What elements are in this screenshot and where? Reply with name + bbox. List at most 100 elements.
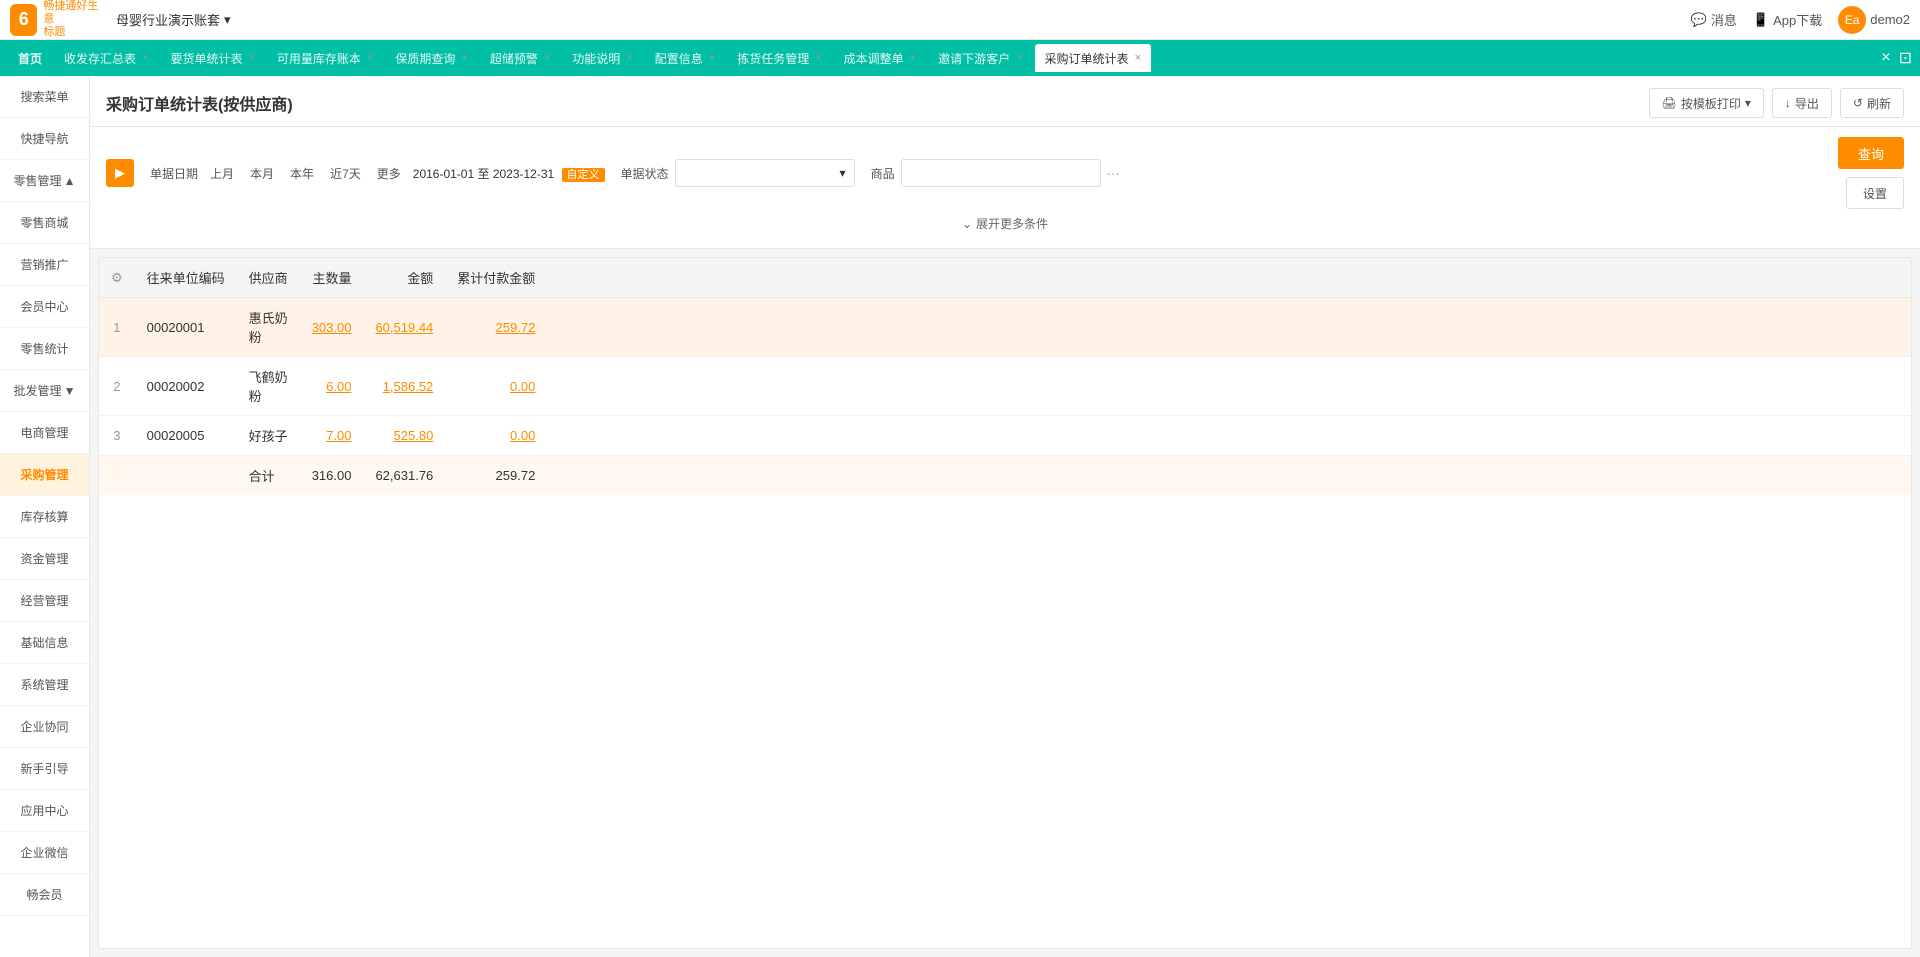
sidebar-item-system-mgmt[interactable]: 系统管理 [0, 664, 89, 706]
status-select[interactable]: ▾ [675, 159, 855, 187]
logo-icon: 6 [10, 4, 37, 36]
chevron-down-icon: ▼ [64, 384, 76, 398]
shortcut-this-year[interactable]: 本年 [284, 163, 320, 184]
cell-supplier: 飞鹤奶粉 [237, 357, 300, 416]
sidebar-item-purchase-mgmt[interactable]: 采购管理 [0, 454, 89, 496]
tab-close-icon[interactable]: × [910, 52, 916, 64]
tab-close-icon[interactable]: × [367, 52, 373, 64]
cell-quantity[interactable]: 6.00 [300, 357, 364, 416]
table-footer: 合计 316.00 62,631.76 259.72 [99, 456, 1911, 496]
cell-amount[interactable]: 1,586.52 [363, 357, 445, 416]
cell-quantity[interactable]: 303.00 [300, 298, 364, 357]
tab-收发存汇总表[interactable]: 收发存汇总表 × [54, 44, 158, 72]
refresh-button[interactable]: ↺ 刷新 [1840, 88, 1904, 118]
sidebar-item-member-vip[interactable]: 畅会员 [0, 874, 89, 916]
col-code: 往来单位编码 [135, 258, 237, 298]
data-table: ⚙ 往来单位编码 供应商 主数量 金额 累计付款金额 1 00020001 惠氏… [99, 258, 1911, 495]
sidebar-item-newbie-guide[interactable]: 新手引导 [0, 748, 89, 790]
cell-paid[interactable]: 0.00 [445, 357, 547, 416]
tab-close-icon[interactable]: × [1016, 52, 1022, 64]
restore-icon[interactable]: ⊡ [1899, 48, 1912, 68]
tab-采购订单统计表[interactable]: 采购订单统计表 × [1035, 44, 1151, 72]
sidebar-item-basic-info[interactable]: 基础信息 [0, 622, 89, 664]
sidebar-item-retail-stats[interactable]: 零售统计 [0, 328, 89, 370]
tab-close-icon[interactable]: × [544, 52, 550, 64]
footer-extra [547, 456, 1911, 496]
tab-成本调整单[interactable]: 成本调整单 × [834, 44, 926, 72]
export-icon: ↓ [1785, 96, 1791, 110]
top-bar: 6 畅捷通好生意 标题 母婴行业演示账套 ▾ 💬 消息 📱 App下载 Ea d… [0, 0, 1920, 40]
tab-保质期查询[interactable]: 保质期查询 × [385, 44, 477, 72]
shortcut-more[interactable]: 更多 [371, 163, 407, 184]
tab-功能说明[interactable]: 功能说明 × [562, 44, 642, 72]
cell-paid[interactable]: 259.72 [445, 298, 547, 357]
close-all-icon[interactable]: × [1881, 49, 1890, 67]
sidebar-item-ecommerce-mgmt[interactable]: 电商管理 [0, 412, 89, 454]
tab-要货单统计表[interactable]: 要货单统计表 × [160, 44, 264, 72]
goods-more-icon[interactable]: ··· [1107, 166, 1120, 181]
tab-close-icon[interactable]: × [142, 52, 148, 64]
shortcut-last-month[interactable]: 上月 [204, 163, 240, 184]
settings-button[interactable]: 设置 [1846, 177, 1904, 209]
refresh-icon: ↺ [1853, 96, 1863, 110]
row-num: 2 [99, 357, 135, 416]
query-button[interactable]: 查询 [1838, 137, 1904, 169]
cell-quantity[interactable]: 7.00 [300, 416, 364, 456]
sidebar-item-operations-mgmt[interactable]: 经营管理 [0, 580, 89, 622]
footer-empty-1 [99, 456, 135, 496]
tab-close-icon[interactable]: × [626, 52, 632, 64]
sidebar-item-retail-mgmt[interactable]: 零售管理 ▲ [0, 160, 89, 202]
tab-home[interactable]: 首页 [8, 44, 52, 72]
tab-超储预警[interactable]: 超储预警 × [480, 44, 560, 72]
sidebar-item-wholesale-mgmt[interactable]: 批发管理 ▼ [0, 370, 89, 412]
sidebar-item-quick-nav[interactable]: 快捷导航 [0, 118, 89, 160]
tab-close-active-icon[interactable]: × [1135, 52, 1141, 64]
app-download-button[interactable]: 📱 App下载 [1753, 10, 1822, 29]
sidebar-item-app-center[interactable]: 应用中心 [0, 790, 89, 832]
message-button[interactable]: 💬 消息 [1691, 10, 1737, 29]
sidebar-item-finance-mgmt[interactable]: 资金管理 [0, 538, 89, 580]
sidebar-item-enterprise-collab[interactable]: 企业协同 [0, 706, 89, 748]
filter-toggle-button[interactable]: ▶ [106, 159, 134, 187]
page-header: 采购订单统计表(按供应商) 🖨 按模板打印 ▾ ↓ 导出 ↺ 刷新 [90, 76, 1920, 127]
nav-tabs: 首页 收发存汇总表 × 要货单统计表 × 可用量库存账本 × 保质期查询 × 超… [0, 40, 1920, 76]
cell-amount[interactable]: 525.80 [363, 416, 445, 456]
col-settings[interactable]: ⚙ [99, 258, 135, 298]
cell-extra [547, 298, 1911, 357]
table-header-row: ⚙ 往来单位编码 供应商 主数量 金额 累计付款金额 [99, 258, 1911, 298]
cell-code: 00020005 [135, 416, 237, 456]
goods-input[interactable] [901, 159, 1101, 187]
cell-code: 00020002 [135, 357, 237, 416]
print-button[interactable]: 🖨 按模板打印 ▾ [1649, 88, 1764, 118]
top-right: 💬 消息 📱 App下载 Ea demo2 [1691, 6, 1910, 34]
cell-amount[interactable]: 60,519.44 [363, 298, 445, 357]
tab-拣货任务管理[interactable]: 拣货任务管理 × [727, 44, 831, 72]
sidebar-item-retail-shop[interactable]: 零售商城 [0, 202, 89, 244]
shortcut-this-month[interactable]: 本月 [244, 163, 280, 184]
footer-amount: 62,631.76 [363, 456, 445, 496]
phone-icon: 📱 [1753, 12, 1769, 28]
cell-paid[interactable]: 0.00 [445, 416, 547, 456]
sidebar-item-inventory-accounting[interactable]: 库存核算 [0, 496, 89, 538]
tab-可用量库存账本[interactable]: 可用量库存账本 × [267, 44, 383, 72]
tab-邀请下游客户[interactable]: 邀请下游客户 × [928, 44, 1032, 72]
col-quantity: 主数量 [300, 258, 364, 298]
sidebar-item-enterprise-wechat[interactable]: 企业微信 [0, 832, 89, 874]
sidebar: 搜索菜单 快捷导航 零售管理 ▲ 零售商城 营销推广 会员中心 零售统计 批发管… [0, 76, 90, 957]
sidebar-item-marketing[interactable]: 营销推广 [0, 244, 89, 286]
shortcut-7days[interactable]: 近7天 [324, 163, 367, 184]
user-menu[interactable]: Ea demo2 [1838, 6, 1910, 34]
tab-close-icon[interactable]: × [815, 52, 821, 64]
tab-配置信息[interactable]: 配置信息 × [645, 44, 725, 72]
expand-conditions-button[interactable]: ⌄ 展开更多条件 [962, 215, 1048, 232]
sidebar-item-member-center[interactable]: 会员中心 [0, 286, 89, 328]
tab-close-icon[interactable]: × [248, 52, 254, 64]
tab-close-icon[interactable]: × [709, 52, 715, 64]
tab-close-icon[interactable]: × [461, 52, 467, 64]
workspace-selector[interactable]: 母婴行业演示账套 ▾ [116, 10, 1675, 29]
export-button[interactable]: ↓ 导出 [1772, 88, 1832, 118]
content-area: 采购订单统计表(按供应商) 🖨 按模板打印 ▾ ↓ 导出 ↺ 刷新 [90, 76, 1920, 957]
table-row: 2 00020002 飞鹤奶粉 6.00 1,586.52 0.00 [99, 357, 1911, 416]
select-dropdown-icon: ▾ [840, 166, 846, 180]
sidebar-item-search[interactable]: 搜索菜单 [0, 76, 89, 118]
